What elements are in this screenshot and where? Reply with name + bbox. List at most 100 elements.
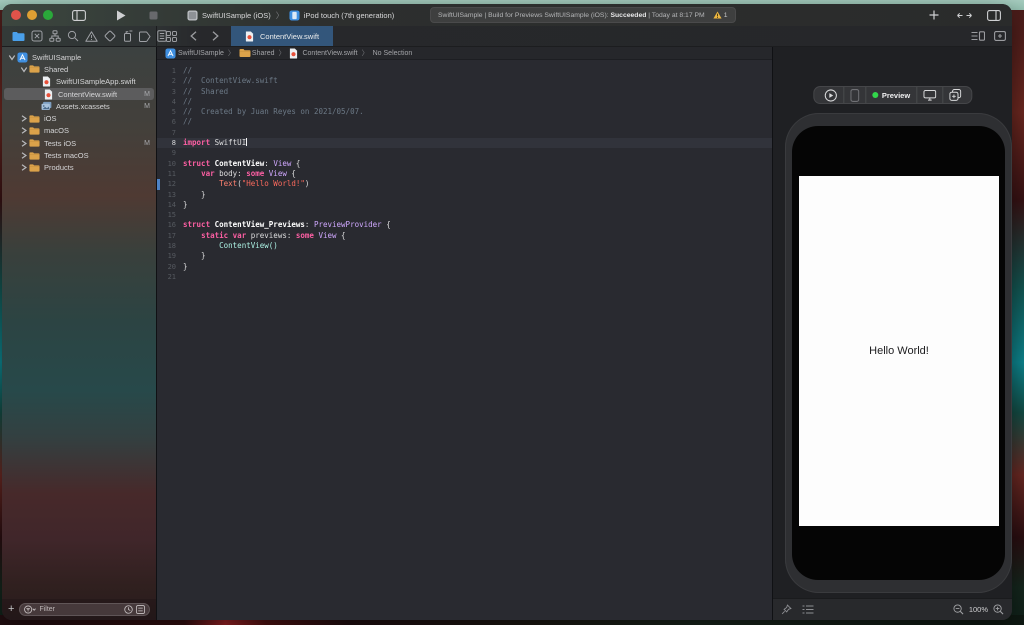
tree-item-contentview-swift[interactable]: ContentView.swift M xyxy=(4,87,154,101)
code-line-20[interactable]: 20} xyxy=(157,262,772,272)
library-plus-icon[interactable] xyxy=(924,7,944,23)
disclosure-closed-icon[interactable] xyxy=(20,139,28,147)
app-preview-screen[interactable]: Hello World! xyxy=(799,176,999,526)
go-back-icon[interactable] xyxy=(185,29,201,44)
duplicate-preview-button[interactable] xyxy=(942,87,967,103)
code-line-9[interactable]: 9 xyxy=(157,148,772,158)
tab-contentview-swift[interactable]: ContentView.swift xyxy=(231,26,334,46)
code-area[interactable]: 1 // 2 // ContentView.swift 3 // Shared 4 // 5 //… xyxy=(157,60,772,620)
folder-icon xyxy=(29,162,40,173)
breadcrumb-separator: 〉 xyxy=(227,50,235,57)
code-line-14[interactable]: 14} xyxy=(157,200,772,210)
live-preview-button[interactable] xyxy=(818,87,843,103)
warning-badge[interactable]: 1 xyxy=(713,11,728,19)
breadcrumb-item[interactable]: SwiftUISample xyxy=(178,50,224,57)
breadcrumb-item[interactable]: ContentView.swift xyxy=(302,50,357,57)
preview-display-button[interactable] xyxy=(916,87,942,103)
disclosure-open-icon[interactable] xyxy=(8,53,16,61)
code-line-12[interactable]: 12 Text("Hello World!") xyxy=(157,179,772,190)
code-line-15[interactable]: 15 xyxy=(157,210,772,220)
code-text: // xyxy=(183,96,193,106)
editor-arrows-icon[interactable] xyxy=(954,7,974,23)
code-text: static var previews: some View { xyxy=(201,230,346,240)
search-navigator-icon[interactable] xyxy=(67,30,79,43)
preview-on-device-button[interactable] xyxy=(842,87,865,103)
tree-item-label: Tests macOS xyxy=(44,151,89,161)
disclosure-closed-icon[interactable] xyxy=(20,127,28,135)
scheme-selector[interactable]: SwiftUISample (iOS) 〉 iPod touch (7th ge… xyxy=(187,9,394,21)
code-line-7[interactable]: 7 xyxy=(157,128,772,138)
code-line-11[interactable]: 11 var body: some View { xyxy=(157,169,772,179)
tree-item-tests-ios[interactable]: Tests iOS M xyxy=(2,137,156,149)
line-number: 12 xyxy=(167,180,176,189)
code-line-18[interactable]: 18 ContentView() xyxy=(157,241,772,251)
go-forward-icon[interactable] xyxy=(207,29,223,44)
source-control-navigator-icon[interactable] xyxy=(31,30,43,43)
filter-field[interactable]: Filter xyxy=(19,603,150,616)
run-button[interactable] xyxy=(111,7,131,23)
close-window-button[interactable] xyxy=(11,10,21,20)
breadcrumb-item[interactable]: No Selection xyxy=(373,50,413,57)
folder-icon xyxy=(29,138,40,149)
related-items-icon[interactable] xyxy=(163,29,179,44)
code-line-1[interactable]: 1 // xyxy=(157,66,772,76)
run-destination-icon xyxy=(289,9,300,21)
preview-list-icon[interactable] xyxy=(802,605,814,614)
adjust-editor-options-icon[interactable] xyxy=(971,31,985,41)
activity-status[interactable]: SwiftUISample | Build for Previews Swift… xyxy=(430,7,736,23)
tree-item-ios[interactable]: iOS xyxy=(2,112,156,124)
issue-navigator-icon[interactable] xyxy=(85,30,98,43)
code-line-8[interactable]: 8 import SwiftUI xyxy=(157,138,772,149)
breadcrumb-item[interactable]: Shared xyxy=(252,50,275,57)
symbol-navigator-icon[interactable] xyxy=(49,30,61,43)
toggle-inspector-icon[interactable] xyxy=(984,7,1004,23)
tree-item-swiftuisampleapp-swift[interactable]: SwiftUISampleApp.swift xyxy=(2,76,156,88)
project-navigator-icon[interactable] xyxy=(12,30,25,43)
code-line-17[interactable]: 17 static var previews: some View { xyxy=(157,231,772,241)
code-line-16[interactable]: 16 struct ContentView_Previews: PreviewPr… xyxy=(157,220,772,230)
zoom-level-label: 100% xyxy=(968,605,988,614)
code-text: // ContentView.swift xyxy=(183,76,278,86)
pin-preview-icon[interactable] xyxy=(781,604,792,615)
disclosure-closed-icon[interactable] xyxy=(20,164,28,172)
warning-triangle-icon xyxy=(713,11,722,19)
minimize-window-button[interactable] xyxy=(27,10,37,20)
tree-item-shared[interactable]: Shared xyxy=(2,63,156,75)
code-line-3[interactable]: 3 // Shared xyxy=(157,87,772,97)
preview-bottom-bar: 100% xyxy=(773,598,1012,620)
line-number: 19 xyxy=(167,252,176,261)
code-line-21[interactable]: 21 xyxy=(157,272,772,282)
tree-item-tests-macos[interactable]: Tests macOS xyxy=(2,149,156,161)
hello-world-text: Hello World! xyxy=(869,345,929,357)
disclosure-open-icon[interactable] xyxy=(20,65,28,73)
add-editor-icon[interactable] xyxy=(994,31,1006,41)
test-navigator-icon[interactable] xyxy=(104,30,116,43)
text-cursor xyxy=(246,138,248,147)
zoom-out-icon[interactable] xyxy=(953,604,964,615)
tree-item-assets-xcassets[interactable]: Assets.xcassets M xyxy=(2,100,156,112)
app-icon xyxy=(17,52,28,63)
zoom-in-icon[interactable] xyxy=(993,604,1004,615)
disclosure-closed-icon[interactable] xyxy=(20,152,28,160)
zoom-window-button[interactable] xyxy=(43,10,53,20)
code-line-4[interactable]: 4 // xyxy=(157,97,772,107)
tree-item-swiftuisample[interactable]: SwiftUISample xyxy=(2,51,156,63)
code-line-2[interactable]: 2 // ContentView.swift xyxy=(157,76,772,86)
breakpoint-navigator-icon[interactable] xyxy=(139,30,151,43)
code-line-13[interactable]: 13 } xyxy=(157,190,772,200)
code-line-6[interactable]: 6 // xyxy=(157,117,772,127)
code-line-19[interactable]: 19 } xyxy=(157,251,772,261)
add-file-icon[interactable]: + xyxy=(8,604,14,615)
stop-button[interactable] xyxy=(143,7,163,23)
toggle-navigator-icon[interactable] xyxy=(69,7,89,23)
tree-item-macos[interactable]: macOS xyxy=(2,125,156,137)
tree-item-products[interactable]: Products xyxy=(2,162,156,174)
preview-status: Preview xyxy=(864,87,916,103)
source-control-status-icon[interactable] xyxy=(136,605,145,614)
recent-files-clock-icon[interactable] xyxy=(124,605,133,614)
disclosure-closed-icon[interactable] xyxy=(20,115,28,123)
code-line-5[interactable]: 5 // Created by Juan Reyes on 2021/05/07. xyxy=(157,107,772,117)
code-line-10[interactable]: 10 struct ContentView: View { xyxy=(157,159,772,169)
debug-navigator-icon[interactable] xyxy=(122,30,133,43)
jump-bar-breadcrumb[interactable]: SwiftUISample 〉 Shared 〉 ContentView.swift 〉 N… xyxy=(157,47,772,60)
